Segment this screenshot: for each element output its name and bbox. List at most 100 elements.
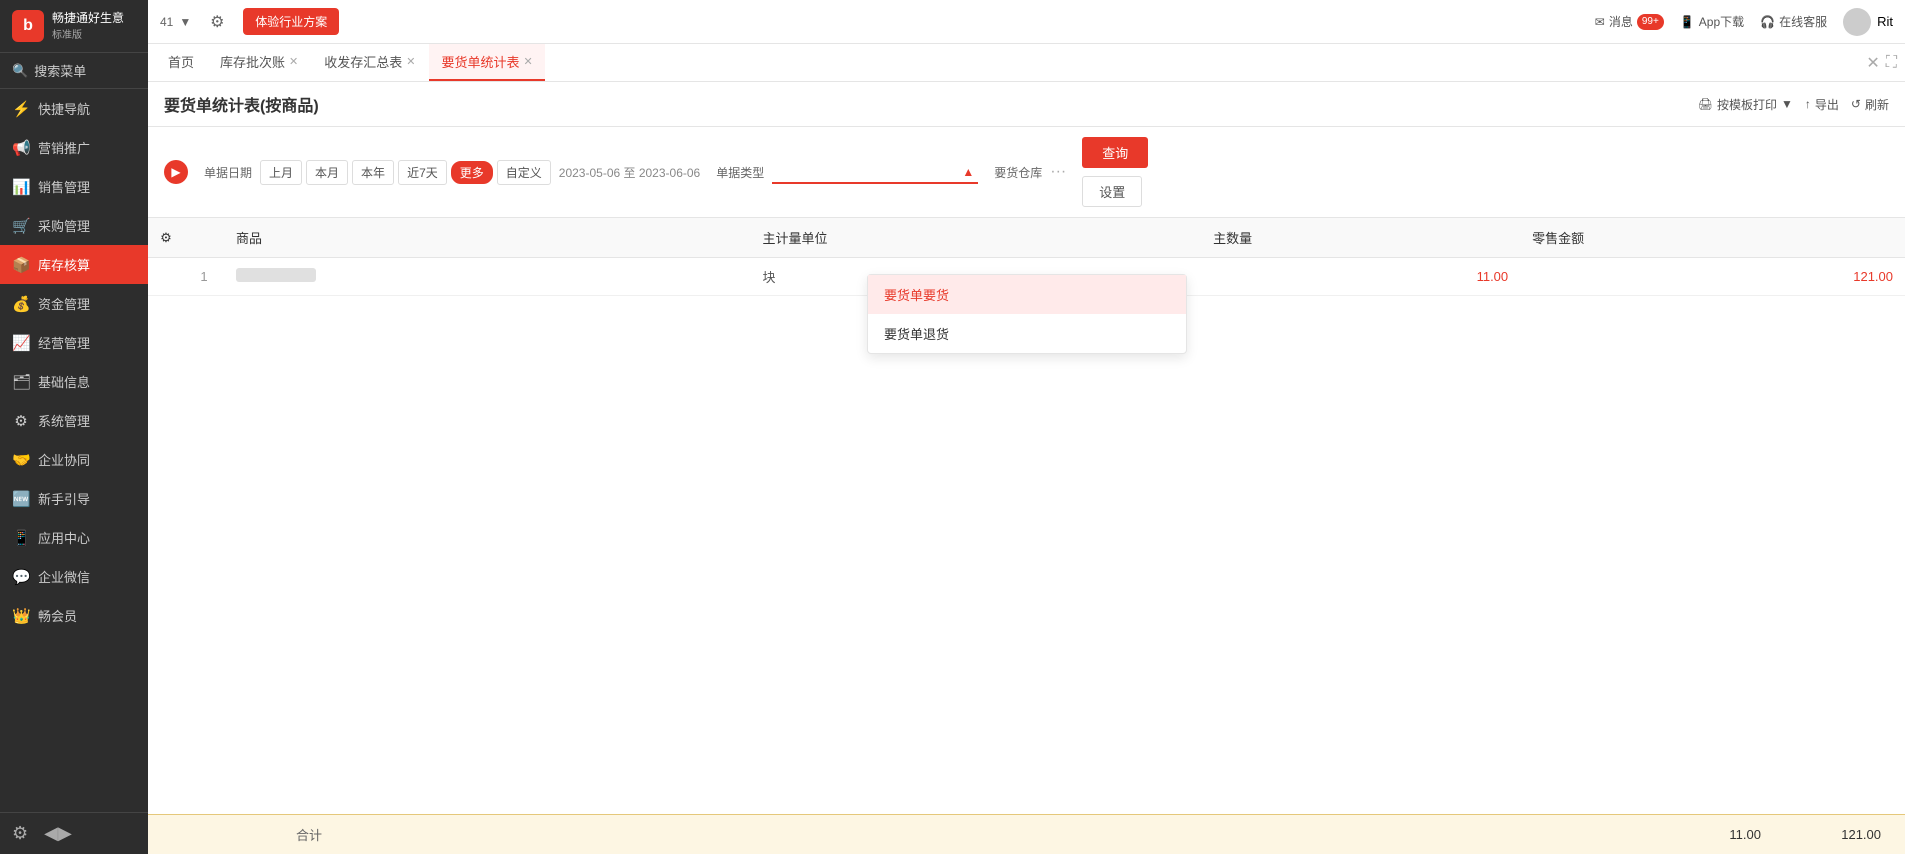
filter-expand-btn[interactable]: ▶ — [164, 160, 188, 184]
date-btn-custom[interactable]: 自定义 — [497, 160, 551, 185]
page-header-actions: 🖨 按模板打印 ▼ ↑ 导出 ↺ 刷新 — [1698, 96, 1889, 113]
tab-order-close[interactable]: ✕ — [524, 55, 533, 68]
doc-type-filter-group: 单据类型 ▲ — [716, 161, 978, 184]
app-name: 畅捷通好生意 — [52, 11, 124, 27]
search-icon: 🔍 — [12, 63, 28, 79]
sidebar-item-quick-nav[interactable]: ⚡ 快捷导航 — [0, 89, 148, 128]
sidebar-items: ⚡ 快捷导航 📢 营销推广 📊 销售管理 🛒 采购管理 📦 库存核算 💰 资金管… — [0, 89, 148, 812]
mobile-icon: 📱 — [1680, 15, 1695, 29]
refresh-icon: ↺ — [1851, 97, 1861, 111]
sidebar-item-purchase[interactable]: 🛒 采购管理 — [0, 206, 148, 245]
date-btn-this-month[interactable]: 本月 — [306, 160, 348, 185]
tab-receive-close[interactable]: ✕ — [406, 55, 415, 68]
avatar — [1843, 8, 1871, 36]
sidebar-item-system[interactable]: ⚙ 系统管理 — [0, 401, 148, 440]
set-button[interactable]: 设置 — [1082, 176, 1142, 207]
chevron-up-icon: ▲ — [962, 165, 974, 179]
date-filter-group: 单据日期 上月 本月 本年 近7天 更多 自定义 2023-05-06 至 20… — [204, 160, 700, 185]
app-download-label: App下载 — [1699, 13, 1744, 30]
messages-action[interactable]: ✉ 消息 99+ — [1595, 13, 1664, 30]
sidebar-item-vip[interactable]: 👑 畅会员 — [0, 596, 148, 635]
sidebar-item-marketing[interactable]: 📢 营销推广 — [0, 128, 148, 167]
sidebar-item-wechat[interactable]: 💬 企业微信 — [0, 557, 148, 596]
tab-batch-label: 库存批次账 — [220, 52, 285, 71]
sidebar-label-operations: 经营管理 — [38, 333, 90, 352]
row-index: 1 — [184, 258, 224, 296]
tab-receive-label: 收发存汇总表 — [324, 52, 402, 71]
sidebar-label-sales: 销售管理 — [38, 177, 90, 196]
online-service-label: 在线客服 — [1779, 13, 1827, 30]
doc-type-input[interactable] — [772, 161, 978, 184]
print-label: 按模板打印 — [1717, 96, 1777, 113]
headset-icon: 🎧 — [1760, 15, 1775, 29]
sidebar-item-guide[interactable]: 🆕 新手引导 — [0, 479, 148, 518]
date-btn-7days[interactable]: 近7天 — [398, 160, 447, 185]
tab-order[interactable]: 要货单统计表 ✕ — [429, 44, 544, 81]
row-gear — [148, 258, 184, 296]
query-button[interactable]: 查询 — [1082, 137, 1148, 168]
sales-icon: 📊 — [12, 178, 30, 196]
breadcrumb-num: 41 — [160, 15, 173, 29]
tab-close-all[interactable]: ✕ — [1866, 53, 1879, 73]
sidebar-label-inventory: 库存核算 — [38, 255, 90, 274]
refresh-button[interactable]: ↺ 刷新 — [1851, 96, 1889, 113]
vip-icon: 👑 — [12, 607, 30, 625]
tab-home[interactable]: 首页 — [156, 44, 206, 81]
warehouse-more-icon[interactable]: ··· — [1050, 163, 1066, 181]
sidebar-item-appstore[interactable]: 📱 应用中心 — [0, 518, 148, 557]
operations-icon: 📈 — [12, 334, 30, 352]
table-header-row: ⚙ 商品 主计量单位 主数量 零售金额 — [148, 218, 1905, 258]
export-label: 导出 — [1815, 96, 1839, 113]
col-settings[interactable]: ⚙ — [148, 218, 184, 258]
topbar-gear[interactable]: ⚙ — [203, 8, 231, 36]
tab-receive[interactable]: 收发存汇总表 ✕ — [312, 44, 427, 81]
messages-label: 消息 — [1609, 13, 1633, 30]
dropdown-item-order-goods[interactable]: 要货单要货 — [868, 275, 1186, 314]
sidebar-item-operations[interactable]: 📈 经营管理 — [0, 323, 148, 362]
warehouse-filter-group: 要货仓库 ··· — [994, 163, 1066, 181]
page-header: 要货单统计表(按商品) 🖨 按模板打印 ▼ ↑ 导出 ↺ 刷新 — [148, 82, 1905, 127]
sidebar-item-finance[interactable]: 💰 资金管理 — [0, 284, 148, 323]
date-btn-more[interactable]: 更多 — [451, 161, 493, 184]
app-download-action[interactable]: 📱 App下载 — [1680, 13, 1744, 30]
date-btn-this-year[interactable]: 本年 — [352, 160, 394, 185]
sidebar-label-purchase: 采购管理 — [38, 216, 90, 235]
breadcrumb-arrow: ▼ — [179, 15, 191, 29]
tab-batch-close[interactable]: ✕ — [289, 55, 298, 68]
sidebar-item-sales[interactable]: 📊 销售管理 — [0, 167, 148, 206]
topbar-actions: ✉ 消息 99+ 📱 App下载 🎧 在线客服 Rit — [1595, 8, 1893, 36]
basics-icon: 🗂 — [12, 373, 30, 391]
sidebar-search[interactable]: 🔍 搜索菜单 — [0, 53, 148, 89]
online-service-action[interactable]: 🎧 在线客服 — [1760, 13, 1827, 30]
trial-button[interactable]: 体验行业方案 — [243, 8, 339, 35]
tab-expand[interactable]: ⛶ — [1886, 54, 1897, 72]
col-amount: 零售金额 — [1520, 218, 1905, 258]
user-area[interactable]: Rit — [1843, 8, 1893, 36]
date-btn-last-month[interactable]: 上月 — [260, 160, 302, 185]
export-button[interactable]: ↑ 导出 — [1805, 96, 1839, 113]
doc-type-dropdown: 要货单要货 要货单退货 — [867, 274, 1187, 354]
row-qty: 11.00 — [1201, 258, 1520, 296]
sidebar-item-inventory[interactable]: 📦 库存核算 — [0, 245, 148, 284]
date-buttons: 上月 本月 本年 近7天 更多 自定义 — [260, 160, 551, 185]
collapse-icon[interactable]: ◀▶ — [44, 823, 72, 844]
footer-amount: 121.00 — [1841, 827, 1881, 842]
tab-bar: 首页 库存批次账 ✕ 收发存汇总表 ✕ 要货单统计表 ✕ ✕ ⛶ — [148, 44, 1905, 82]
footer-qty: 11.00 — [1729, 827, 1761, 842]
settings-icon[interactable]: ⚙ — [12, 823, 28, 844]
message-icon: ✉ — [1595, 15, 1605, 29]
sidebar-item-basics[interactable]: 🗂 基础信息 — [0, 362, 148, 401]
sidebar-label-marketing: 营销推广 — [38, 138, 90, 157]
filter-actions: 查询 设置 — [1082, 137, 1148, 207]
sidebar-item-enterprise[interactable]: 🤝 企业协同 — [0, 440, 148, 479]
inventory-icon: 📦 — [12, 256, 30, 274]
dropdown-item-order-return[interactable]: 要货单退货 — [868, 314, 1186, 353]
sidebar-bottom: ⚙ ◀▶ — [0, 812, 148, 854]
print-button[interactable]: 🖨 按模板打印 ▼ — [1698, 96, 1793, 113]
tab-batch[interactable]: 库存批次账 ✕ — [208, 44, 310, 81]
system-icon: ⚙ — [12, 412, 30, 430]
messages-badge: 99+ — [1637, 14, 1664, 30]
marketing-icon: 📢 — [12, 139, 30, 157]
table-footer: 合计 11.00 121.00 — [148, 814, 1905, 854]
guide-icon: 🆕 — [12, 490, 30, 508]
